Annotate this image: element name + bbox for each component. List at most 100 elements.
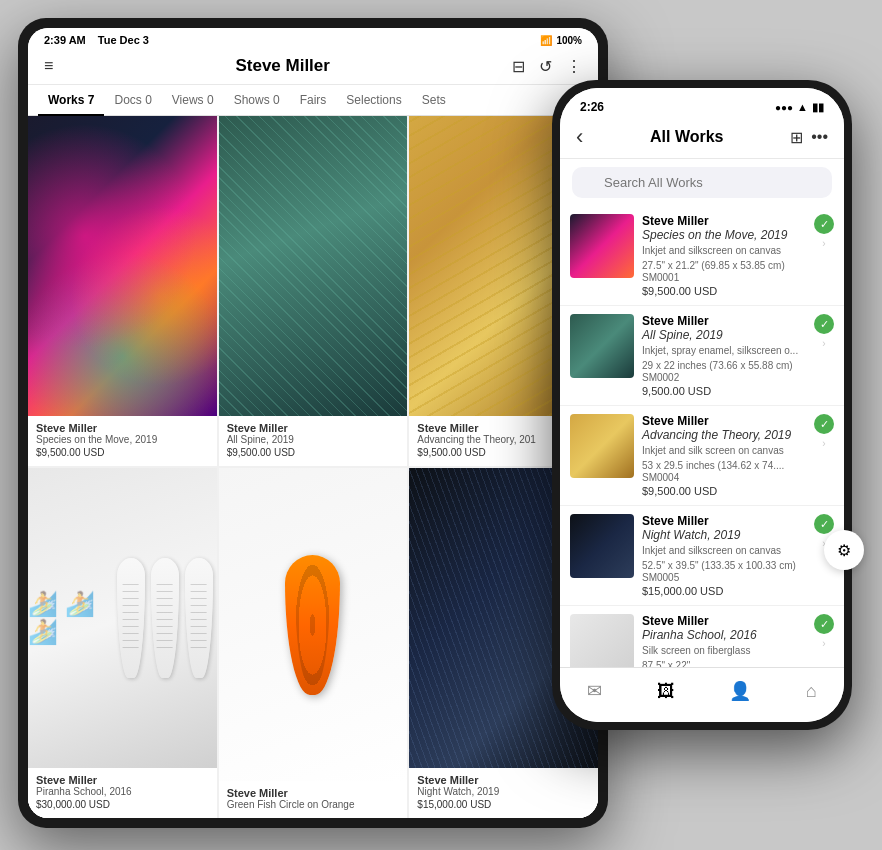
work-title-2: All Spine, 2019 [642,328,806,342]
work-dims-4: 52.5" x 39.5" (133.35 x 100.33 cm) [642,559,806,572]
back-button[interactable]: ‹ [576,124,583,150]
phone-more-icon: ••• [811,128,828,146]
artwork-price-2: $9,500.00 USD [227,447,400,458]
work-thumbnail-3 [570,414,634,478]
nav-mail[interactable]: ✉ [575,676,614,706]
expand-chevron-2[interactable]: › [822,338,825,349]
work-price-1: $9,500.00 USD [642,285,806,297]
list-item[interactable]: Steve Miller Species on the Move, 2019 I… [560,206,844,306]
work-price-3: $9,500.00 USD [642,485,806,497]
tab-bar: Works 7 Docs 0 Views 0 Shows 0 Fairs Sel… [28,85,598,116]
artwork-price-1: $9,500.00 USD [36,447,209,458]
tab-works[interactable]: Works 7 [38,85,104,115]
home-icon: ⌂ [806,681,817,702]
more-options-button[interactable]: ⋮ [566,57,582,76]
work-title-3: Advancing the Theory, 2019 [642,428,806,442]
work-thumbnail-2 [570,314,634,378]
expand-chevron-5[interactable]: › [822,638,825,649]
phone-screen: 2:26 ●●● ▲ ▮▮ ‹ All Works ⊞ ••• [560,88,844,722]
more-dots-icon: ⋮ [566,57,582,76]
artist-name-4: Steve Miller [36,774,209,786]
work-details-1: Steve Miller Species on the Move, 2019 I… [642,214,806,297]
work-details-2: Steve Miller All Spine, 2019 Inkjet, spr… [642,314,806,397]
tab-fairs[interactable]: Fairs [290,85,337,115]
artwork-info-4: Steve Miller Piranha School, 2016 $30,00… [28,768,217,818]
filter-fab-button[interactable]: ⚙ [824,530,864,570]
work-details-5: Steve Miller Piranha School, 2016 Silk s… [642,614,806,667]
artist-name-2: Steve Miller [227,422,400,434]
list-icon: ⊟ [512,57,525,76]
work-dims-5: 87.5" x 22" [642,659,806,667]
search-bar: 🔍 [560,159,844,206]
search-input[interactable] [572,167,832,198]
artwork-info-5: Steve Miller Green Fish Circle on Orange [219,781,408,818]
work-price-2: 9,500.00 USD [642,385,806,397]
artwork-cell-2[interactable]: Steve Miller All Spine, 2019 $9,500.00 U… [219,116,408,466]
tablet-status-right: 📶 100% [540,35,582,46]
work-title-5: Piranha School, 2016 [642,628,806,642]
work-details-3: Steve Miller Advancing the Theory, 2019 … [642,414,806,497]
work-thumbnail-5 [570,614,634,667]
list-item[interactable]: Steve Miller Night Watch, 2019 Inkjet an… [560,506,844,606]
expand-chevron-1[interactable]: › [822,238,825,249]
list-item[interactable]: Steve Miller All Spine, 2019 Inkjet, spr… [560,306,844,406]
artwork-cell-4[interactable]: Steve Miller Piranha School, 2016 $30,00… [28,468,217,818]
artwork-title-5: Green Fish Circle on Orange [227,799,400,810]
artwork-image-1 [28,116,217,416]
hamburger-menu-button[interactable]: ≡ [44,57,53,75]
hamburger-icon: ≡ [44,57,53,75]
phone-page-title: All Works [583,128,790,146]
tab-docs[interactable]: Docs 0 [104,85,161,115]
work-medium-3: Inkjet and silk screen on canvas [642,444,806,457]
work-price-4: $15,000.00 USD [642,585,806,597]
nav-home[interactable]: ⌂ [794,677,829,706]
selected-check-1: ✓ [814,214,834,234]
artwork-price-4: $30,000.00 USD [36,799,209,810]
work-medium-1: Inkjet and silkscreen on canvas [642,244,806,257]
artwork-cell-1[interactable]: Steve Miller Species on the Move, 2019 $… [28,116,217,466]
tablet-device: 2:39 AM Tue Dec 3 📶 100% ≡ Steve Miller … [18,18,608,828]
work-dims-2: 29 x 22 inches (73.66 x 55.88 cm) [642,359,806,372]
work-title-1: Species on the Move, 2019 [642,228,806,242]
work-artist-4: Steve Miller [642,514,806,528]
phone-header: ‹ All Works ⊞ ••• [560,118,844,159]
artwork-cell-5[interactable]: Steve Miller Green Fish Circle on Orange [219,468,408,818]
tab-shows[interactable]: Shows 0 [224,85,290,115]
phone-status-bar: 2:26 ●●● ▲ ▮▮ [560,88,844,118]
tablet-time: 2:39 AM [44,34,86,46]
list-item[interactable]: Steve Miller Piranha School, 2016 Silk s… [560,606,844,667]
list-view-button[interactable]: ⊟ [512,57,525,76]
header-icons: ⊟ ↺ ⋮ [512,57,582,76]
phone-more-button[interactable]: ••• [811,128,828,146]
tablet-status-bar: 2:39 AM Tue Dec 3 📶 100% [28,28,598,50]
filter-sliders-icon: ⚙ [837,541,851,560]
refresh-icon: ↺ [539,57,552,76]
mail-icon: ✉ [587,680,602,702]
tab-sets[interactable]: Sets [412,85,456,115]
refresh-button[interactable]: ↺ [539,57,552,76]
work-actions-2: ✓ › [814,314,834,349]
phone-wifi-icon: ▲ [797,101,808,113]
phone-device: 2:26 ●●● ▲ ▮▮ ‹ All Works ⊞ ••• [552,80,852,730]
nav-profile[interactable]: 👤 [717,676,763,706]
tab-selections[interactable]: Selections [336,85,411,115]
tab-views[interactable]: Views 0 [162,85,224,115]
orange-surfboard [285,555,340,695]
artwork-image-4 [28,468,217,768]
phone-status-icons: ●●● ▲ ▮▮ [775,101,824,114]
work-details-4: Steve Miller Night Watch, 2019 Inkjet an… [642,514,806,597]
work-artist-1: Steve Miller [642,214,806,228]
artwork-info-6: Steve Miller Night Watch, 2019 $15,000.0… [409,768,598,818]
wifi-icon: 📶 [540,35,552,46]
work-dims-1: 27.5" x 21.2" (69.85 x 53.85 cm) [642,259,806,272]
work-artist-3: Steve Miller [642,414,806,428]
expand-chevron-3[interactable]: › [822,438,825,449]
grid-view-button[interactable]: ⊞ [790,128,803,147]
artist-name-6: Steve Miller [417,774,590,786]
nav-gallery[interactable]: 🖼 [645,677,687,706]
tablet-status-left: 2:39 AM Tue Dec 3 [44,34,149,46]
list-item[interactable]: Steve Miller Advancing the Theory, 2019 … [560,406,844,506]
bottom-navigation: ✉ 🖼 👤 ⌂ [560,667,844,722]
phone-header-actions: ⊞ ••• [790,128,828,147]
phone-time: 2:26 [580,100,604,114]
